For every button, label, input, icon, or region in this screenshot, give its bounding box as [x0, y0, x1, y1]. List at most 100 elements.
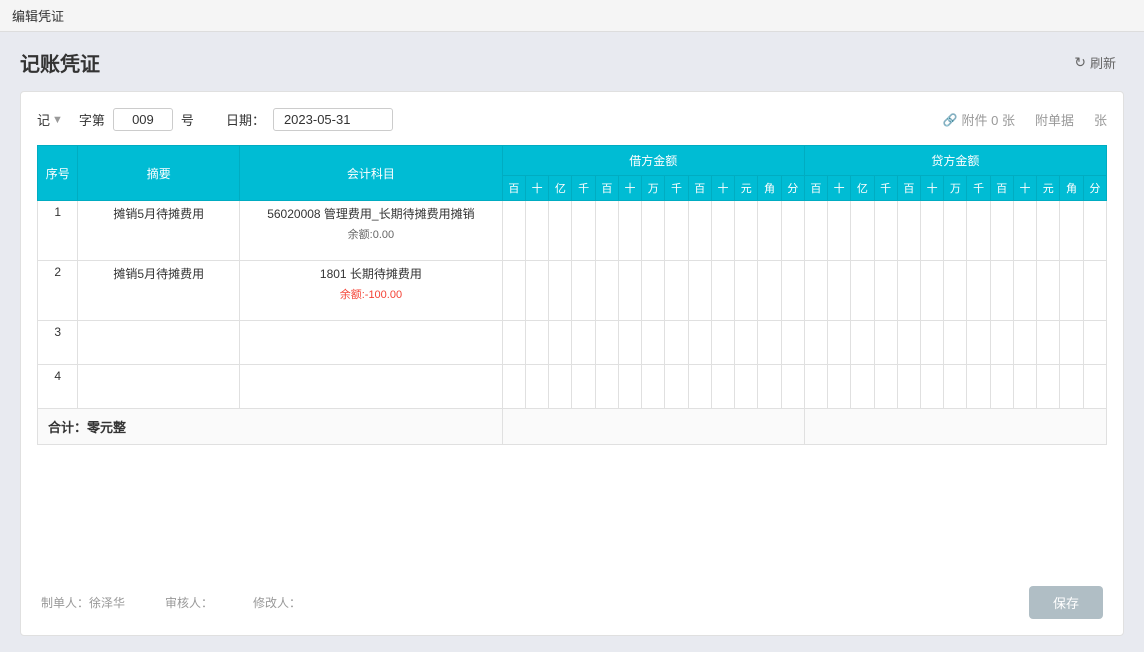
debit-cell[interactable]	[502, 321, 525, 365]
row-summary[interactable]: 摊销5月待摊费用	[78, 201, 240, 261]
credit-cell[interactable]	[1037, 261, 1060, 321]
debit-cell[interactable]	[781, 365, 804, 409]
credit-cell[interactable]	[851, 321, 874, 365]
credit-cell[interactable]	[828, 201, 851, 261]
credit-cell[interactable]	[828, 321, 851, 365]
save-button[interactable]: 保存	[1029, 586, 1103, 619]
debit-cell[interactable]	[642, 201, 665, 261]
debit-cell[interactable]	[526, 365, 549, 409]
credit-cell[interactable]	[1013, 201, 1036, 261]
credit-cell[interactable]	[828, 261, 851, 321]
debit-cell[interactable]	[618, 201, 641, 261]
debit-cell[interactable]	[711, 201, 734, 261]
attach-link[interactable]: 🔗 附件 0 张	[943, 110, 1015, 129]
debit-cell[interactable]	[526, 321, 549, 365]
credit-cell[interactable]	[920, 321, 943, 365]
credit-cell[interactable]	[990, 321, 1013, 365]
credit-cell[interactable]	[944, 321, 967, 365]
row-account[interactable]: 1801 长期待摊费用余额:-100.00	[240, 261, 503, 321]
debit-cell[interactable]	[642, 365, 665, 409]
credit-cell[interactable]	[1037, 365, 1060, 409]
credit-cell[interactable]	[828, 365, 851, 409]
debit-cell[interactable]	[572, 201, 595, 261]
debit-cell[interactable]	[665, 201, 688, 261]
credit-cell[interactable]	[851, 261, 874, 321]
credit-cell[interactable]	[1083, 321, 1106, 365]
debit-cell[interactable]	[502, 201, 525, 261]
credit-cell[interactable]	[851, 201, 874, 261]
credit-cell[interactable]	[944, 261, 967, 321]
row-account[interactable]	[240, 365, 503, 409]
credit-cell[interactable]	[804, 321, 827, 365]
credit-cell[interactable]	[1013, 365, 1036, 409]
debit-cell[interactable]	[572, 321, 595, 365]
credit-cell[interactable]	[1037, 201, 1060, 261]
credit-cell[interactable]	[967, 201, 990, 261]
debit-cell[interactable]	[688, 261, 711, 321]
debit-cell[interactable]	[688, 201, 711, 261]
debit-cell[interactable]	[688, 365, 711, 409]
debit-cell[interactable]	[595, 365, 618, 409]
debit-cell[interactable]	[758, 365, 781, 409]
credit-cell[interactable]	[1037, 321, 1060, 365]
debit-cell[interactable]	[595, 201, 618, 261]
credit-cell[interactable]	[1060, 365, 1083, 409]
credit-cell[interactable]	[874, 365, 897, 409]
credit-cell[interactable]	[990, 365, 1013, 409]
debit-cell[interactable]	[758, 321, 781, 365]
debit-cell[interactable]	[781, 321, 804, 365]
credit-cell[interactable]	[1083, 261, 1106, 321]
credit-cell[interactable]	[1060, 201, 1083, 261]
debit-cell[interactable]	[618, 365, 641, 409]
debit-cell[interactable]	[502, 365, 525, 409]
credit-cell[interactable]	[967, 321, 990, 365]
debit-cell[interactable]	[711, 365, 734, 409]
row-account[interactable]: 56020008 管理费用_长期待摊费用摊销余额:0.00	[240, 201, 503, 261]
credit-cell[interactable]	[944, 201, 967, 261]
credit-cell[interactable]	[990, 201, 1013, 261]
credit-cell[interactable]	[1013, 261, 1036, 321]
credit-cell[interactable]	[1083, 365, 1106, 409]
debit-cell[interactable]	[642, 261, 665, 321]
credit-cell[interactable]	[874, 261, 897, 321]
date-input[interactable]	[273, 108, 393, 131]
debit-cell[interactable]	[735, 321, 758, 365]
credit-cell[interactable]	[874, 321, 897, 365]
credit-cell[interactable]	[967, 365, 990, 409]
credit-cell[interactable]	[920, 261, 943, 321]
debit-cell[interactable]	[758, 201, 781, 261]
debit-cell[interactable]	[549, 201, 572, 261]
credit-cell[interactable]	[1013, 321, 1036, 365]
credit-cell[interactable]	[990, 261, 1013, 321]
credit-cell[interactable]	[851, 365, 874, 409]
credit-cell[interactable]	[920, 201, 943, 261]
credit-cell[interactable]	[804, 365, 827, 409]
voucher-number-input[interactable]	[113, 108, 173, 131]
debit-cell[interactable]	[618, 261, 641, 321]
debit-cell[interactable]	[711, 321, 734, 365]
credit-cell[interactable]	[897, 201, 920, 261]
debit-cell[interactable]	[735, 201, 758, 261]
debit-cell[interactable]	[735, 261, 758, 321]
debit-cell[interactable]	[526, 261, 549, 321]
debit-cell[interactable]	[549, 365, 572, 409]
debit-cell[interactable]	[549, 261, 572, 321]
credit-cell[interactable]	[897, 261, 920, 321]
debit-cell[interactable]	[781, 261, 804, 321]
credit-cell[interactable]	[804, 201, 827, 261]
debit-cell[interactable]	[526, 201, 549, 261]
debit-cell[interactable]	[595, 321, 618, 365]
row-summary[interactable]	[78, 365, 240, 409]
debit-cell[interactable]	[595, 261, 618, 321]
debit-cell[interactable]	[688, 321, 711, 365]
debit-cell[interactable]	[618, 321, 641, 365]
credit-cell[interactable]	[897, 321, 920, 365]
debit-cell[interactable]	[642, 321, 665, 365]
credit-cell[interactable]	[1083, 201, 1106, 261]
debit-cell[interactable]	[665, 365, 688, 409]
debit-cell[interactable]	[758, 261, 781, 321]
debit-cell[interactable]	[502, 261, 525, 321]
credit-cell[interactable]	[804, 261, 827, 321]
credit-cell[interactable]	[874, 201, 897, 261]
row-summary[interactable]	[78, 321, 240, 365]
